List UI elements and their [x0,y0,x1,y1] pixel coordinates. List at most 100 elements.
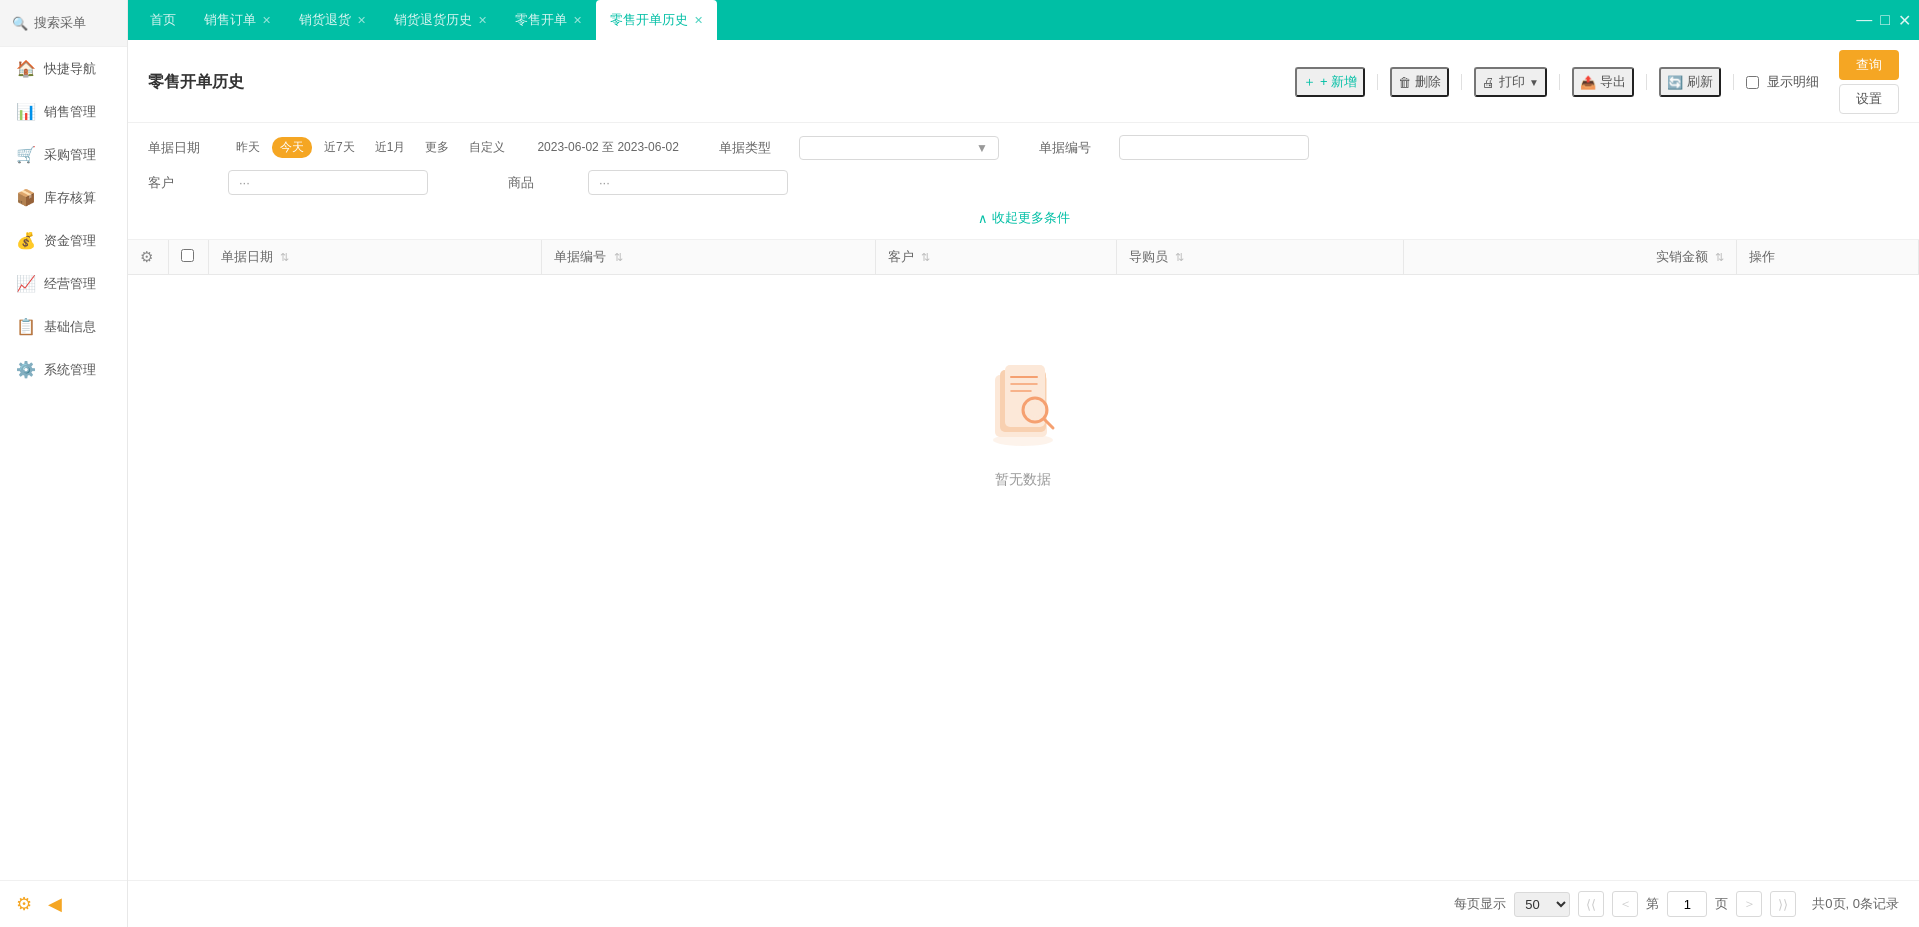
collapse-label: 收起更多条件 [992,209,1070,227]
empty-illustration [973,355,1073,455]
sidebar-item-label: 资金管理 [44,232,96,250]
date-buttons: 昨天 今天 近7天 近1月 更多 自定义 [228,137,513,158]
sidebar-item-finance[interactable]: 💰 资金管理 [0,219,127,262]
close-btn[interactable]: ✕ [1898,11,1911,30]
divider-3 [1559,74,1560,90]
query-button[interactable]: 查询 [1839,50,1899,80]
col-customer-label: 客户 [888,249,914,264]
sidebar-item-label: 快捷导航 [44,60,96,78]
svg-point-8 [1028,403,1042,417]
page-number-input[interactable] [1667,891,1707,917]
customer-select[interactable]: ··· [228,170,428,195]
delete-button[interactable]: 🗑 删除 [1390,67,1449,97]
bill-number-input[interactable] [1119,135,1309,160]
sidebar-item-label: 销售管理 [44,103,96,121]
next-page-btn[interactable]: ＞ [1736,891,1762,917]
show-detail-checkbox[interactable] [1746,76,1759,89]
product-label: 商品 [508,174,568,192]
minimize-btn[interactable]: — [1856,11,1872,29]
tab-sales-order[interactable]: 销售订单 ✕ [190,0,285,40]
page-title: 零售开单历史 [148,72,244,93]
collapse-icon: ∧ [978,211,988,226]
settings-button[interactable]: 设置 [1839,84,1899,114]
maximize-btn[interactable]: □ [1880,11,1890,29]
select-all-checkbox[interactable] [181,249,194,262]
divider-5 [1733,74,1734,90]
tab-retail-open-close[interactable]: ✕ [573,14,582,27]
tab-sales-return-history-close[interactable]: ✕ [478,14,487,27]
search-label: 搜索采单 [34,14,86,32]
sidebar-item-purchase-mgmt[interactable]: 🛒 采购管理 [0,133,127,176]
divider-2 [1461,74,1462,90]
sidebar-item-sys-mgmt[interactable]: ⚙️ 系统管理 [0,348,127,391]
sort-guide-icon[interactable]: ⇅ [1175,251,1184,263]
sidebar: 🔍 搜索采单 🏠 快捷导航 📊 销售管理 🛒 采购管理 📦 库存核算 💰 资金管… [0,0,128,927]
show-detail-toggle[interactable]: 显示明细 [1746,73,1819,91]
sidebar-item-label: 基础信息 [44,318,96,336]
table-body: 暂无数据 [128,275,1919,570]
date-btn-today[interactable]: 今天 [272,137,312,158]
tab-sales-return-close[interactable]: ✕ [357,14,366,27]
sidebar-footer: ⚙ ◀ [0,880,127,927]
bill-type-select[interactable]: ▼ [799,136,999,160]
sort-customer-icon[interactable]: ⇅ [921,251,930,263]
date-btn-7days[interactable]: 近7天 [316,137,363,158]
filter-area: 单据日期 昨天 今天 近7天 近1月 更多 自定义 2023-06-02 至 2… [128,123,1919,240]
tab-sales-order-close[interactable]: ✕ [262,14,271,27]
prev-page-btn[interactable]: ＜ [1612,891,1638,917]
sys-icon: ⚙️ [16,360,36,379]
date-btn-custom[interactable]: 自定义 [461,137,513,158]
col-number-label: 单据编号 [554,249,606,264]
tab-home[interactable]: 首页 [136,0,190,40]
export-button[interactable]: 📤 导出 [1572,67,1634,97]
customer-label: 客户 [148,174,208,192]
sort-date-icon[interactable]: ⇅ [280,251,289,263]
tab-sales-return-label: 销货退货 [299,11,351,29]
tab-sales-return[interactable]: 销货退货 ✕ [285,0,380,40]
sidebar-item-quick-nav[interactable]: 🏠 快捷导航 [0,47,127,90]
operations-icon: 📈 [16,274,36,293]
date-btn-1month[interactable]: 近1月 [367,137,414,158]
collapse-filter-btn[interactable]: ∧ 收起更多条件 [968,205,1080,231]
page-size-select[interactable]: 50 20 100 [1514,892,1570,917]
sidebar-item-inventory[interactable]: 📦 库存核算 [0,176,127,219]
print-button[interactable]: 🖨 打印 ▼ [1474,67,1547,97]
customer-dots: ··· [239,175,250,190]
search-menu-item[interactable]: 🔍 搜索采单 [0,0,127,47]
sort-number-icon[interactable]: ⇅ [614,251,623,263]
sidebar-item-sales-mgmt[interactable]: 📊 销售管理 [0,90,127,133]
print-icon: 🖨 [1482,75,1495,90]
table-settings-icon[interactable]: ⚙ [140,248,153,265]
sidebar-item-basic-info[interactable]: 📋 基础信息 [0,305,127,348]
add-button[interactable]: ＋ + 新增 [1295,67,1365,97]
settings-footer-icon[interactable]: ⚙ [16,893,32,915]
tab-retail-open[interactable]: 零售开单 ✕ [501,0,596,40]
refresh-button[interactable]: 🔄 刷新 [1659,67,1721,97]
product-dots: ··· [599,175,610,190]
sidebar-item-operations[interactable]: 📈 经营管理 [0,262,127,305]
date-btn-more[interactable]: 更多 [417,137,457,158]
tab-home-label: 首页 [150,11,176,29]
bill-number-label: 单据编号 [1039,139,1099,157]
per-page-label: 每页显示 [1454,895,1506,913]
collapse-sidebar-icon[interactable]: ◀ [48,893,62,915]
data-table: ⚙ 单据日期 ⇅ 单据编号 ⇅ [128,240,1919,569]
tab-retail-open-history-close[interactable]: ✕ [694,14,703,27]
sort-amount-icon[interactable]: ⇅ [1715,251,1724,263]
tab-bar: 首页 销售订单 ✕ 销货退货 ✕ 销货退货历史 ✕ 零售开单 ✕ 零售开单历史 … [128,0,1919,40]
next-page-icon: ＞ [1743,895,1756,913]
basic-info-icon: 📋 [16,317,36,336]
last-page-btn[interactable]: ⟩⟩ [1770,891,1796,917]
first-page-btn[interactable]: ⟨⟨ [1578,891,1604,917]
date-btn-yesterday[interactable]: 昨天 [228,137,268,158]
product-select[interactable]: ··· [588,170,788,195]
col-checkbox [168,240,208,275]
purchase-icon: 🛒 [16,145,36,164]
content-area: 零售开单历史 ＋ + 新增 🗑 删除 🖨 打印 ▼ [128,40,1919,927]
divider-4 [1646,74,1647,90]
filter-row-2: 客户 ··· 商品 ··· [148,170,1899,195]
tab-retail-open-label: 零售开单 [515,11,567,29]
tab-sales-return-history[interactable]: 销货退货历史 ✕ [380,0,501,40]
tab-retail-open-history[interactable]: 零售开单历史 ✕ [596,0,717,40]
filter-collapse-row: ∧ 收起更多条件 [148,205,1899,231]
